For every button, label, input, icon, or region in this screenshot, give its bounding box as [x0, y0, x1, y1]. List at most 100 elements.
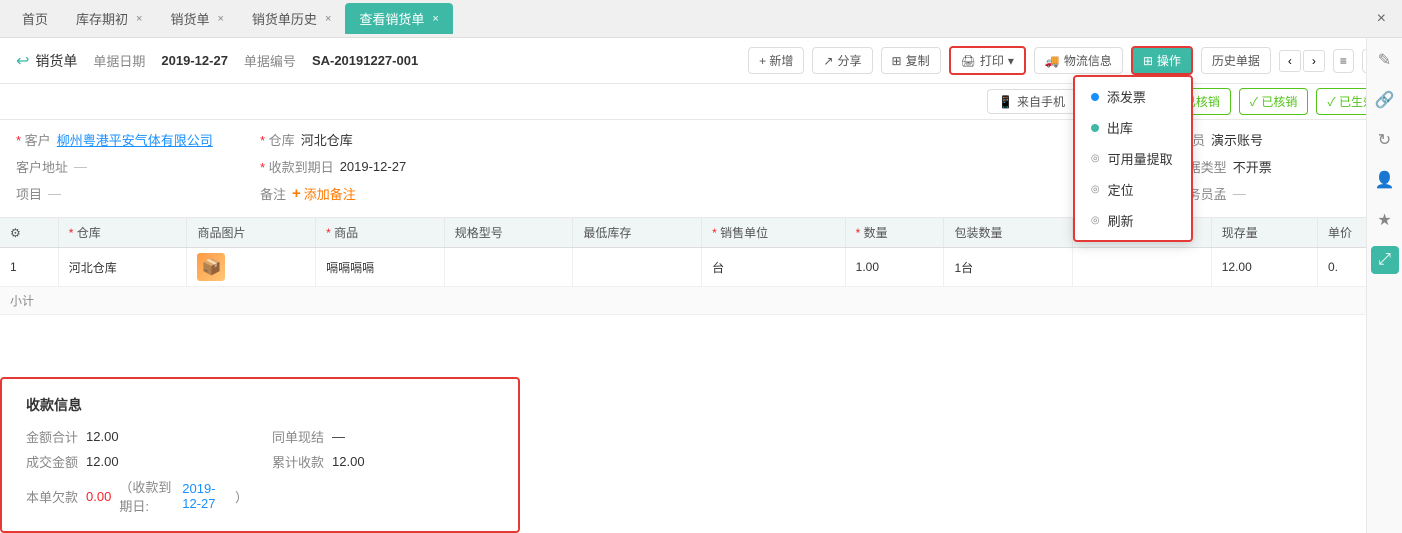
- menu-add-invoice[interactable]: 添发票: [1075, 81, 1191, 112]
- prev-page-button[interactable]: ‹: [1279, 50, 1301, 72]
- pagination-arrows: ‹ ›: [1279, 50, 1325, 72]
- receipt-due-value: 0.00: [86, 489, 111, 504]
- receipt-accumulated-label: 累计收款: [272, 452, 324, 471]
- customer-label: 客户: [16, 130, 51, 149]
- receipt-due-note: （收款到期日:: [119, 477, 174, 515]
- logistics-button[interactable]: 🚚 物流信息: [1034, 47, 1123, 74]
- receipt-due-amount: 本单欠款 0.00 （收款到期日: 2019-12-27 ）: [26, 477, 248, 515]
- subtotal-row: 小计: [0, 287, 1402, 315]
- col-min-stock: 最低库存: [573, 218, 702, 248]
- tab-view-sales-close[interactable]: ×: [432, 13, 438, 25]
- cell-warehouse: 河北仓库: [58, 248, 187, 287]
- warehouse-field: 仓库 河北仓库: [260, 130, 480, 149]
- warehouse-value: 河北仓库: [301, 130, 353, 149]
- doc-type-icon: ↩: [16, 51, 29, 71]
- receipt-due-label: 本单欠款: [26, 487, 78, 506]
- receipt-deal-amount: 成交金额 12.00: [26, 452, 248, 471]
- ticket-type-field: 票据类型 不开票: [1166, 157, 1386, 176]
- phone-icon: 📱: [998, 95, 1013, 109]
- payment-date-field: 收款到期日 2019-12-27: [260, 157, 480, 176]
- doc-meta: 单据日期 2019-12-27 单据编号 SA-20191227-001: [93, 51, 418, 70]
- print-button[interactable]: 🖨 打印 ▾: [949, 46, 1026, 75]
- history-button[interactable]: 历史单据: [1201, 47, 1271, 74]
- tab-bar-close-button[interactable]: ×: [1369, 6, 1394, 32]
- receipt-paren-close: ）: [235, 487, 248, 506]
- new-label: + 新增: [759, 52, 793, 69]
- tab-sales[interactable]: 销货单 ×: [156, 3, 237, 34]
- sidebar-rotate-icon[interactable]: ↻: [1371, 126, 1399, 154]
- col-quantity: * 数量: [845, 218, 944, 248]
- outbound-label: 出库: [1107, 118, 1133, 137]
- revoke-label: 已核销: [1261, 95, 1297, 109]
- sidebar-edit-icon[interactable]: ✎: [1371, 46, 1399, 74]
- sidebar-user-icon[interactable]: 👤: [1371, 166, 1399, 194]
- operations-button[interactable]: ⊞ 操作: [1131, 46, 1193, 75]
- from-phone-label: 来自手机: [1017, 93, 1065, 110]
- col-stock: 现存量: [1211, 218, 1317, 248]
- copy-button[interactable]: ⊞ 复制: [881, 47, 941, 74]
- col-warehouse: * 仓库: [58, 218, 187, 248]
- project-value: —: [48, 186, 61, 201]
- new-button[interactable]: + 新增: [748, 47, 804, 74]
- tab-sales-close[interactable]: ×: [217, 13, 223, 25]
- col-spec: 规格型号: [444, 218, 573, 248]
- menu-outbound[interactable]: 出库: [1075, 112, 1191, 143]
- operations-dropdown: ⊞ 操作 添发票 出库 ◎: [1131, 46, 1193, 75]
- col-product-img: 商品图片: [187, 218, 316, 248]
- effect-icon: ✓: [1327, 95, 1335, 109]
- warehouse-label: 仓库: [260, 130, 295, 149]
- print-label: 打印: [980, 52, 1004, 69]
- product-thumbnail: 📦: [197, 253, 225, 281]
- tab-inventory-label: 库存期初: [76, 9, 128, 28]
- doc-header: ↩ 销货单 单据日期 2019-12-27 单据编号 SA-20191227-0…: [0, 38, 1402, 84]
- cell-product: 嗝嗝嗝嗝: [316, 248, 445, 287]
- add-note-button[interactable]: + 添加备注: [292, 184, 356, 203]
- subtotal-label: 小计: [0, 287, 1402, 315]
- share-button[interactable]: ↗ 分享: [812, 47, 872, 74]
- tab-view-sales[interactable]: 查看销货单 ×: [345, 3, 452, 34]
- doc-number-value: SA-20191227-001: [312, 53, 418, 68]
- sidebar-star-icon[interactable]: ★: [1371, 206, 1399, 234]
- receipt-accumulated-value: 12.00: [332, 454, 365, 469]
- tab-sales-history-close[interactable]: ×: [325, 13, 331, 25]
- receipt-total-amount: 金额合计 12.00: [26, 427, 248, 446]
- tab-inventory-close[interactable]: ×: [136, 13, 142, 25]
- menu-available-pickup[interactable]: ◎ 可用量提取: [1075, 143, 1191, 174]
- receipt-accumulated: 累计收款 12.00: [272, 452, 494, 471]
- cell-min-stock: [573, 248, 702, 287]
- menu-refresh[interactable]: ◎ 刷新: [1075, 205, 1191, 236]
- note-label: 备注: [260, 184, 286, 203]
- tab-home-label: 首页: [22, 9, 48, 28]
- sidebar-expand-icon[interactable]: ⤢: [1371, 246, 1399, 274]
- revoke-button[interactable]: ✓ 已核销: [1239, 88, 1309, 115]
- receipt-grid: 金额合计 12.00 同单现结 — 成交金额 12.00 累计收款 12.00 …: [26, 427, 494, 515]
- doc-title: ↩ 销货单: [16, 51, 77, 71]
- tab-inventory[interactable]: 库存期初 ×: [62, 3, 156, 34]
- tab-home[interactable]: 首页: [8, 3, 62, 34]
- customer-value[interactable]: 柳州粤港平安气体有限公司: [57, 130, 213, 149]
- receipt-total-value: 12.00: [86, 429, 119, 444]
- toolbar: + 新增 ↗ 分享 ⊞ 复制 🖨 打印 ▾ 🚚 物流信息: [748, 46, 1386, 75]
- revoke-icon: ✓: [1250, 95, 1258, 109]
- col-unit: * 销售单位: [702, 218, 846, 248]
- project-label: 项目: [16, 184, 42, 203]
- salesperson-field: 业务员孟 —: [1166, 184, 1386, 203]
- col-gear: ⚙: [0, 218, 58, 248]
- next-page-button[interactable]: ›: [1303, 50, 1325, 72]
- list-view-button[interactable]: ≡: [1333, 49, 1354, 73]
- receipt-deal-value: 12.00: [86, 454, 119, 469]
- print-icon: 🖨: [961, 54, 976, 68]
- locate-icon: ◎: [1091, 184, 1100, 195]
- doc-date-label: 单据日期: [93, 51, 145, 70]
- operations-label: 操作: [1157, 52, 1181, 69]
- doc-type-label: 销货单: [35, 51, 77, 71]
- sidebar-link-icon[interactable]: 🔗: [1371, 86, 1399, 114]
- from-phone-button[interactable]: 📱 来自手机: [987, 89, 1076, 114]
- receipt-deal-label: 成交金额: [26, 452, 78, 471]
- tab-bar: 首页 库存期初 × 销货单 × 销货单历史 × 查看销货单 × ×: [0, 0, 1402, 38]
- menu-locate[interactable]: ◎ 定位: [1075, 174, 1191, 205]
- cell-stock: 12.00: [1211, 248, 1317, 287]
- share-label: 分享: [837, 52, 861, 69]
- tab-sales-history[interactable]: 销货单历史 ×: [238, 3, 345, 34]
- staff-value: 演示账号: [1211, 130, 1263, 149]
